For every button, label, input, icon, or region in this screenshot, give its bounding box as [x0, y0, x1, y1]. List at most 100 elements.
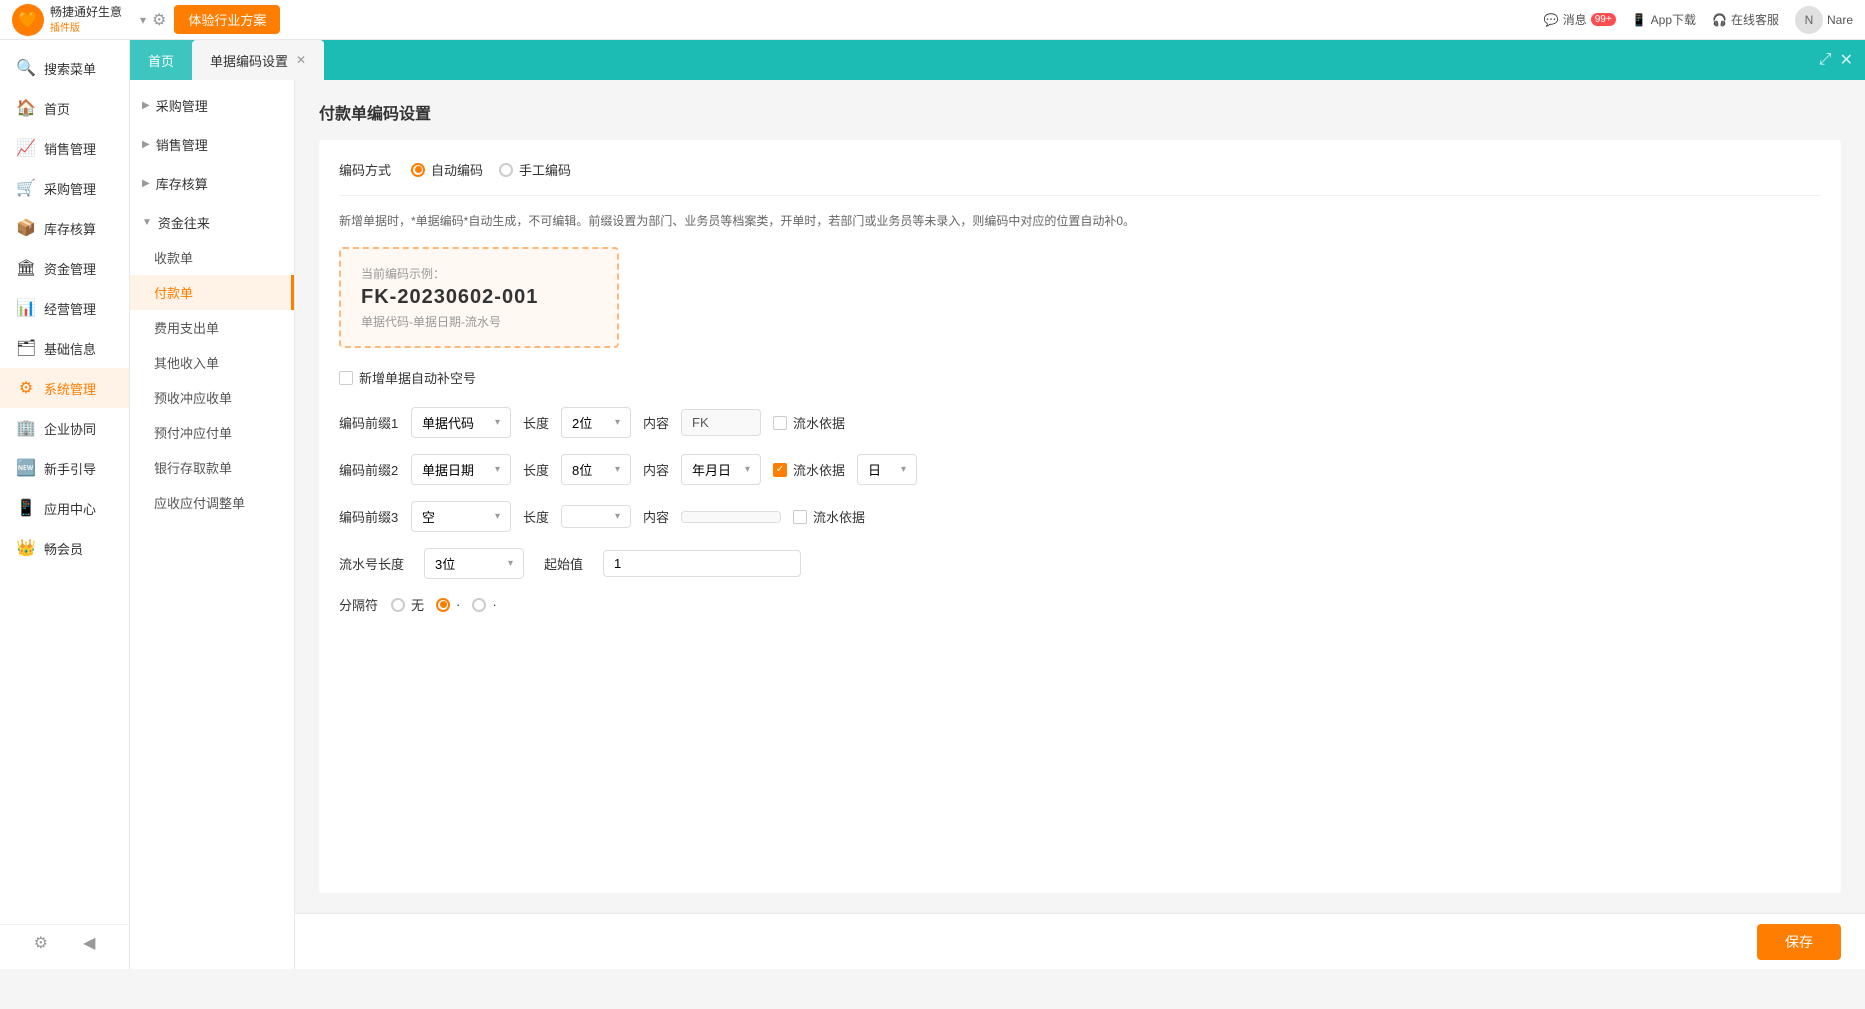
sub-item-expense[interactable]: 费用支出单: [130, 310, 294, 345]
sub-item-other-income[interactable]: 其他收入单: [130, 345, 294, 380]
settings-bottom-icon[interactable]: ⚙: [34, 933, 48, 953]
sidebar-item-home[interactable]: 🏠 首页: [0, 88, 129, 128]
tab-close-icon[interactable]: ✕: [296, 53, 306, 67]
auto-radio-dot: [415, 166, 422, 173]
app-download-label: App下载: [1651, 11, 1696, 28]
group-purchase-label: 采购管理: [156, 96, 208, 115]
tab-coding[interactable]: 单据编码设置 ✕: [192, 40, 324, 80]
sub-item-bank-deposit[interactable]: 银行存取款单: [130, 450, 294, 485]
sep-dot-inner: [440, 601, 447, 608]
prefix2-select[interactable]: 单据日期 ▾: [411, 454, 511, 485]
serial-length-select[interactable]: 3位 ▾: [424, 548, 524, 579]
sidebar-purchase-label: 采购管理: [44, 179, 96, 198]
sidebar-item-basic[interactable]: 🗂 基础信息: [0, 328, 129, 368]
message-badge: 99+: [1591, 13, 1616, 26]
stream2-day-select[interactable]: 日 ▾: [857, 454, 917, 485]
sep-dot-label: ·: [456, 597, 460, 612]
sep-none-radio[interactable]: 无: [391, 595, 424, 614]
sub-item-payment[interactable]: 付款单: [130, 275, 294, 310]
collapse-icon[interactable]: ◀: [83, 933, 95, 953]
content2-value: 年月日: [692, 460, 731, 479]
member-icon: 👑: [16, 538, 36, 558]
user-menu[interactable]: N Nare: [1795, 6, 1853, 34]
sidebar-enterprise-label: 企业协同: [44, 419, 96, 438]
tabbar: 首页 单据编码设置 ✕ ⤢ ✕: [130, 40, 1865, 80]
expand-icon[interactable]: ⤢: [1819, 51, 1832, 69]
stream2-day-arrow: ▾: [901, 464, 906, 475]
nav-arrow: ▾: [140, 13, 146, 27]
sidebar-item-fund[interactable]: 🏛 资金管理: [0, 248, 129, 288]
group-purchase-header[interactable]: ▶ 采购管理: [130, 88, 294, 123]
prefix2-value: 单据日期: [422, 460, 474, 479]
auto-fill-checkbox[interactable]: [339, 371, 353, 385]
sidebar-item-system[interactable]: ⚙ 系统管理: [0, 368, 129, 408]
radio-group: 自动编码 手工编码: [411, 160, 571, 179]
content2-select[interactable]: 年月日 ▾: [681, 454, 761, 485]
topbar-nav: ▾ ⚙: [140, 10, 166, 30]
try-btn[interactable]: 体验行业方案: [174, 5, 280, 34]
sub-item-receipt[interactable]: 收款单: [130, 240, 294, 275]
prefix3-select[interactable]: 空 ▾: [411, 501, 511, 532]
group-inventory-header[interactable]: ▶ 库存核算: [130, 166, 294, 201]
stream1-checkbox[interactable]: 流水依据: [773, 413, 845, 432]
mobile-icon: 📱: [1632, 13, 1647, 27]
sub-item-advance-receivable[interactable]: 预收冲应收单: [130, 380, 294, 415]
sidebar-bottom: ⚙ ◀: [0, 924, 129, 961]
auto-radio-circle: [411, 163, 425, 177]
app-name-block: 畅捷通好生意 插件版: [50, 5, 122, 34]
group-inventory: ▶ 库存核算: [130, 166, 294, 201]
main: 首页 单据编码设置 ✕ ⤢ ✕ ▶ 采购管理: [130, 40, 1865, 969]
prefix1-value: 单据代码: [422, 413, 474, 432]
sidebar-search[interactable]: 🔍 搜索菜单: [0, 48, 129, 88]
auto-coding-label: 自动编码: [431, 160, 483, 179]
length1-select[interactable]: 2位 ▾: [561, 407, 631, 438]
length3-arrow: ▾: [615, 511, 620, 522]
system-icon: ⚙: [16, 378, 36, 398]
sidebar-item-newguide[interactable]: 🆕 新手引导: [0, 448, 129, 488]
sep-hyphen-radio[interactable]: ·: [472, 597, 496, 612]
length3-select[interactable]: ▾: [561, 505, 631, 528]
stream1-box: [773, 416, 787, 430]
group-fund-header[interactable]: ▼ 资金往来: [130, 205, 294, 240]
sub-item-advance-payable[interactable]: 预付冲应付单: [130, 415, 294, 450]
sidebar-item-operation[interactable]: 📊 经营管理: [0, 288, 129, 328]
message-icon: 💬: [1544, 13, 1559, 27]
sidebar-item-purchase[interactable]: 🛒 采购管理: [0, 168, 129, 208]
sub-item-receivable-adjust[interactable]: 应收应付调整单: [130, 485, 294, 520]
sidebar-item-member[interactable]: 👑 畅会员: [0, 528, 129, 568]
prefix1-select[interactable]: 单据代码 ▾: [411, 407, 511, 438]
sidebar-newguide-label: 新手引导: [44, 459, 96, 478]
manual-coding-radio[interactable]: 手工编码: [499, 160, 571, 179]
message-btn[interactable]: 💬 消息 99+: [1544, 11, 1616, 28]
start-value-input[interactable]: [603, 550, 801, 577]
length2-label: 长度: [523, 460, 549, 479]
close-window-icon[interactable]: ✕: [1840, 50, 1853, 70]
sidebar-item-appcenter[interactable]: 📱 应用中心: [0, 488, 129, 528]
content3-input: [681, 511, 781, 523]
group-inventory-label: 库存核算: [156, 174, 208, 193]
auto-coding-radio[interactable]: 自动编码: [411, 160, 483, 179]
stream2-checkbox[interactable]: 流水依据: [773, 460, 845, 479]
coding-method-row: 编码方式 自动编码 手工编码: [339, 160, 1821, 196]
online-service-btn[interactable]: 🎧 在线客服: [1712, 11, 1779, 28]
prefix1-label: 编码前缀1: [339, 413, 399, 432]
tab-home[interactable]: 首页: [130, 40, 192, 80]
sidebar-inventory-label: 库存核算: [44, 219, 96, 238]
stream3-checkbox[interactable]: 流水依据: [793, 507, 865, 526]
save-button[interactable]: 保存: [1757, 924, 1841, 960]
prefix-row-2: 编码前缀2 单据日期 ▾ 长度 8位 ▾ 内容: [339, 454, 1821, 485]
stream2-label: 流水依据: [793, 460, 845, 479]
sidebar-item-sales[interactable]: 📈 销售管理: [0, 128, 129, 168]
sidebar-item-enterprise[interactable]: 🏢 企业协同: [0, 408, 129, 448]
settings-icon[interactable]: ⚙: [152, 10, 166, 30]
group-sales-header[interactable]: ▶ 销售管理: [130, 127, 294, 162]
length2-select[interactable]: 8位 ▾: [561, 454, 631, 485]
sep-dot-radio[interactable]: ·: [436, 597, 460, 612]
newguide-icon: 🆕: [16, 458, 36, 478]
inventory-icon: 📦: [16, 218, 36, 238]
app-download-btn[interactable]: 📱 App下载: [1632, 11, 1696, 28]
sep-dot-circle: [436, 598, 450, 612]
sidebar-item-inventory[interactable]: 📦 库存核算: [0, 208, 129, 248]
content2-label: 内容: [643, 460, 669, 479]
length3-label: 长度: [523, 507, 549, 526]
